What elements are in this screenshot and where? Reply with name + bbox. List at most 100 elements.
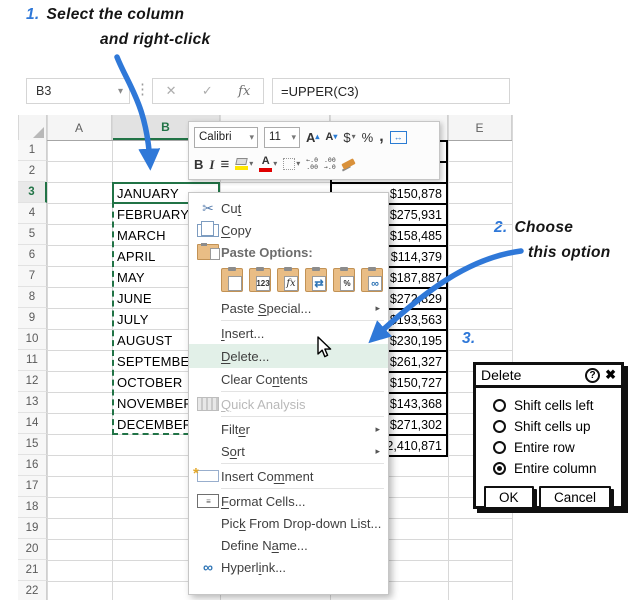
cut-icon: ✂ — [197, 200, 219, 217]
paste-values-formatting-icon[interactable]: % — [333, 268, 355, 292]
center-align-button[interactable]: ≡ — [220, 157, 229, 172]
menu-item-define-name[interactable]: Define Name... — [189, 534, 388, 556]
insert-comment-icon — [197, 470, 219, 482]
borders-icon — [283, 158, 295, 170]
row-header-5[interactable]: 5 — [18, 224, 47, 245]
ok-button[interactable]: OK — [484, 486, 534, 509]
paste-keep-source-formatting-icon[interactable] — [221, 268, 243, 292]
font-size-select[interactable]: 11▾ — [264, 127, 300, 148]
row-header-19[interactable]: 19 — [18, 518, 47, 539]
paste-formulas-icon[interactable]: fx — [277, 268, 299, 292]
menu-item-insert[interactable]: Insert... — [189, 322, 388, 344]
row-header-4[interactable]: 4 — [18, 203, 47, 224]
row-header-10[interactable]: 10 — [18, 329, 47, 350]
menu-separator — [221, 320, 384, 321]
menu-item-paste-options[interactable]: Paste Options: — [189, 241, 388, 263]
select-all-corner[interactable] — [18, 115, 47, 140]
italic-button[interactable]: I — [209, 158, 214, 171]
row-header-22[interactable]: 22 — [18, 581, 47, 600]
row-header-8[interactable]: 8 — [18, 287, 47, 308]
dialog-option-label: Entire column — [514, 461, 597, 476]
decrease-decimal-button[interactable]: ←.0.00 — [306, 157, 318, 171]
percent-style-button[interactable]: % — [362, 131, 374, 144]
dialog-option-shift-cells-up[interactable]: Shift cells up — [493, 416, 621, 437]
row-header-14[interactable]: 14 — [18, 413, 47, 434]
format-cells-icon: ≡ — [197, 494, 219, 508]
row-header-9[interactable]: 9 — [18, 308, 47, 329]
gridline — [512, 115, 513, 600]
font-color-button[interactable]: A▾ — [259, 156, 277, 172]
row-header-13[interactable]: 13 — [18, 392, 47, 413]
accounting-format-button[interactable]: $▾ — [343, 131, 355, 144]
bold-button[interactable]: B — [194, 158, 203, 171]
row-header-7[interactable]: 7 — [18, 266, 47, 287]
shrink-font-button[interactable]: A▾ — [325, 132, 337, 143]
menu-item-insert-comment[interactable]: Insert Comment — [189, 465, 388, 487]
menu-item-paste-special[interactable]: Paste Special...▸ — [189, 297, 388, 319]
row-header-1[interactable]: 1 — [18, 140, 47, 161]
row-header-17[interactable]: 17 — [18, 476, 47, 497]
borders-button[interactable]: ▾ — [283, 158, 300, 170]
comma-style-button[interactable]: , — [379, 129, 383, 145]
paste-options-icon — [197, 244, 219, 260]
name-box-dropdown-icon[interactable]: ▾ — [112, 86, 129, 97]
menu-item-label: Format Cells... — [221, 494, 306, 509]
menu-item-filter[interactable]: Filter▸ — [189, 418, 388, 440]
dialog-close-icon[interactable]: ✖ — [605, 367, 616, 383]
menu-item-label: Insert Comment — [221, 469, 314, 484]
menu-item-quick-analysis: Quick Analysis — [189, 393, 388, 415]
radio-selected-icon — [493, 462, 506, 475]
name-box[interactable]: B3 ▾ — [26, 78, 130, 104]
merge-center-button[interactable]: ↔ — [390, 131, 407, 144]
formula-bar[interactable]: =UPPER(C3) — [272, 78, 510, 104]
row-header-2[interactable]: 2 — [18, 161, 47, 182]
font-color-icon: A — [259, 156, 272, 172]
row-header-12[interactable]: 12 — [18, 371, 47, 392]
menu-item-label: Paste Options: — [221, 245, 313, 260]
row-header-6[interactable]: 6 — [18, 245, 47, 266]
paste-link-icon[interactable]: ∞ — [361, 268, 383, 292]
menu-item-clear-contents[interactable]: Clear Contents — [189, 368, 388, 390]
paste-values-icon[interactable]: 123 — [249, 268, 271, 292]
menu-item-copy[interactable]: Copy — [189, 219, 388, 241]
font-name-select[interactable]: Calibri▾ — [194, 127, 258, 148]
menu-item-hyperlink[interactable]: ∞Hyperlink... — [189, 556, 388, 578]
row-header-3[interactable]: 3 — [18, 182, 47, 203]
paste-transpose-icon[interactable]: ⇄ — [305, 268, 327, 292]
dialog-option-shift-cells-left[interactable]: Shift cells left — [493, 395, 621, 416]
menu-item-pick-from-list[interactable]: Pick From Drop-down List... — [189, 512, 388, 534]
dialog-option-label: Shift cells up — [514, 419, 591, 434]
row-header-18[interactable]: 18 — [18, 497, 47, 518]
context-menu: ✂CutCopy Paste Options: 123 fx⇄%∞ Paste Spec… — [188, 192, 389, 595]
delete-dialog: Delete ? ✖ Shift cells leftShift cells u… — [473, 362, 624, 509]
annotation-step-2: 2.Choose — [494, 219, 573, 237]
font-name-dropdown-icon: ▾ — [246, 132, 257, 143]
dialog-option-entire-column[interactable]: Entire column — [493, 458, 621, 479]
menu-item-sort[interactable]: Sort▸ — [189, 440, 388, 462]
fill-color-button[interactable]: ▾ — [235, 158, 253, 170]
increase-decimal-button[interactable]: .00→.0 — [324, 157, 336, 171]
grow-font-arrow-icon: ▴ — [315, 133, 319, 141]
row-header-16[interactable]: 16 — [18, 455, 47, 476]
menu-separator — [221, 463, 384, 464]
menu-item-delete[interactable]: Delete... — [189, 344, 388, 368]
grow-font-button[interactable]: A▴ — [306, 131, 319, 144]
confirm-entry-icon[interactable]: ✓ — [202, 83, 213, 99]
menu-item-cut[interactable]: ✂Cut — [189, 197, 388, 219]
align-icon: ≡ — [220, 157, 229, 172]
menu-item-format-cells[interactable]: ≡Format Cells... — [189, 490, 388, 512]
cancel-button[interactable]: Cancel — [539, 486, 611, 509]
dialog-option-entire-row[interactable]: Entire row — [493, 437, 621, 458]
column-header-e[interactable]: E — [448, 115, 512, 140]
row-header-21[interactable]: 21 — [18, 560, 47, 581]
format-painter-button[interactable] — [342, 161, 355, 167]
column-header-a[interactable]: A — [47, 115, 112, 140]
format-painter-icon — [341, 158, 355, 169]
row-header-15[interactable]: 15 — [18, 434, 47, 455]
annotation-step-1: 1.Select the column — [26, 6, 184, 24]
insert-function-icon[interactable]: fx — [238, 84, 250, 99]
row-header-11[interactable]: 11 — [18, 350, 47, 371]
cancel-entry-icon[interactable]: ✕ — [166, 83, 177, 99]
dialog-help-icon[interactable]: ? — [585, 368, 600, 383]
row-header-20[interactable]: 20 — [18, 539, 47, 560]
